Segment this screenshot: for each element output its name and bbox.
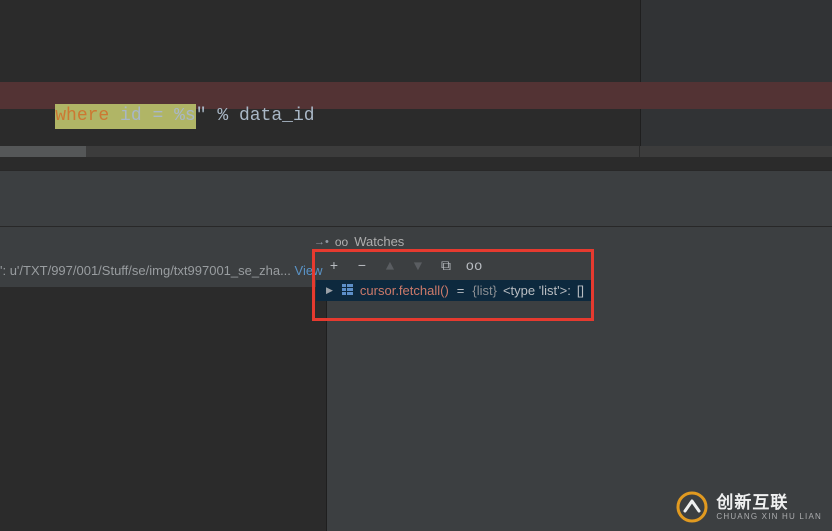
code-token-where: where [55,106,109,126]
code-token-var: data_id [239,106,315,126]
code-token-eq: = [152,106,163,126]
editor-hscrollbar-left[interactable] [0,146,639,157]
watches-icon: oo [335,235,348,249]
highlight-box [312,249,594,321]
debug-panel: ': u'/TXT/997/001/Stuff/se/img/txt997001… [0,227,832,531]
editor-hscrollbar-right[interactable] [640,146,832,157]
variable-value-truncated: ': u'/TXT/997/001/Stuff/se/img/txt997001… [0,263,291,278]
watches-restore-icon[interactable]: →• [314,236,329,248]
watermark: 创新互联 CHUANG XIN HU LIAN [676,491,822,523]
editor-pane-right[interactable] [640,0,832,147]
app-root: where id = %s" % data_id ': u'/TXT/997/0… [0,0,832,531]
panel-divider [0,170,832,227]
variables-area[interactable] [0,287,327,531]
editor-blank-strip [0,43,639,65]
code-token-percent: % [217,106,228,126]
watermark-text-cn: 创新互联 [716,494,822,511]
watermark-logo-icon [676,491,708,523]
code-token-fmt: %s [174,106,196,126]
editor-hscrollbar-thumb[interactable] [0,146,86,157]
watches-header[interactable]: →• oo Watches [314,234,404,249]
watches-title: Watches [354,234,404,249]
variable-row[interactable]: ': u'/TXT/997/001/Stuff/se/img/txt997001… [0,260,326,282]
code-token-id: id [120,106,142,126]
code-line[interactable]: where id = %s" % data_id [12,86,315,146]
code-token-quote: " [196,106,207,126]
watermark-text: 创新互联 CHUANG XIN HU LIAN [716,494,822,521]
watermark-text-en: CHUANG XIN HU LIAN [716,513,822,521]
